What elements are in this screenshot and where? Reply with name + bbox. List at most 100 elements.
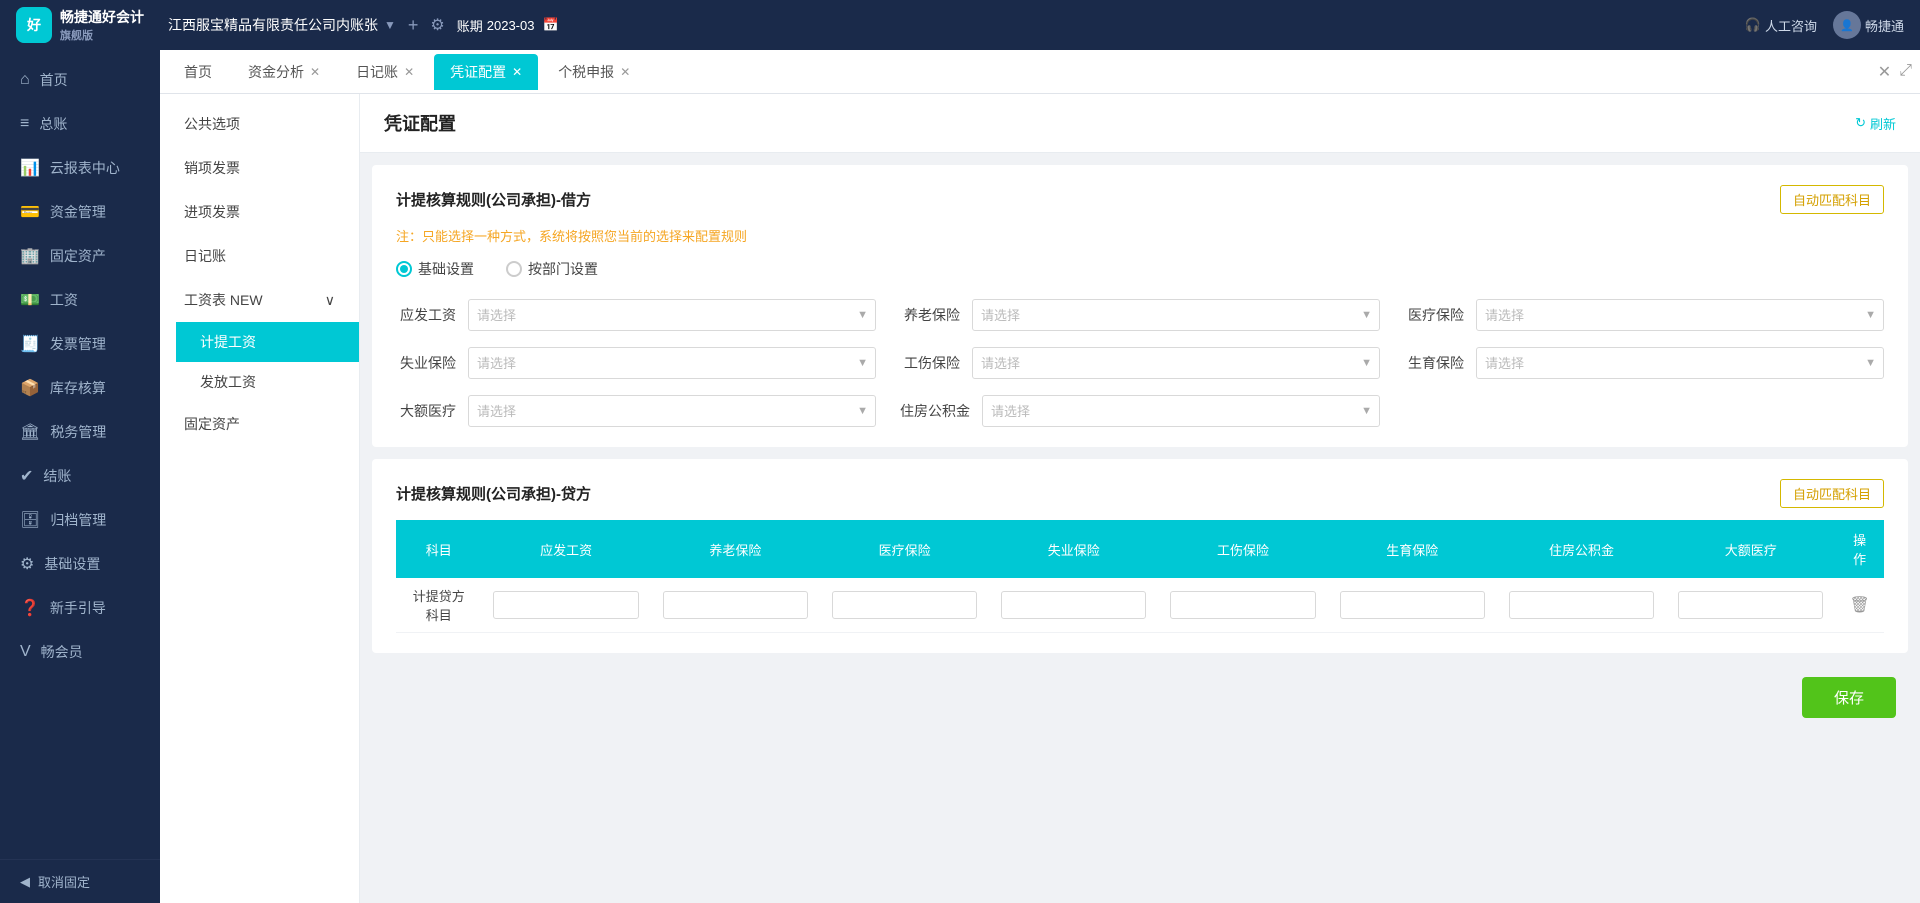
input-yiliao[interactable] bbox=[832, 591, 977, 619]
dae-label: 大额医疗 bbox=[396, 401, 456, 421]
yanglao-select-wrapper: 请选择 ▼ bbox=[972, 299, 1380, 331]
tab-voucher-close[interactable]: ✕ bbox=[512, 65, 522, 79]
sub-nav-payroll-group[interactable]: 工资表 NEW ∨ bbox=[160, 278, 359, 322]
debit-notice: 注：只能选择一种方式，系统将按照您当前的选择来配置规则 bbox=[396, 226, 1884, 245]
tab-voucher[interactable]: 凭证配置 ✕ bbox=[434, 54, 538, 90]
form-row-yiliao: 医疗保险 请选择 ▼ bbox=[1404, 299, 1884, 331]
input-shiye[interactable] bbox=[1001, 591, 1146, 619]
col-zhufang: 住房公积金 bbox=[1497, 520, 1666, 578]
cell-shengyu bbox=[1328, 578, 1497, 633]
tab-home[interactable]: 首页 bbox=[168, 54, 228, 90]
tab-tax[interactable]: 个税申报 ✕ bbox=[542, 54, 646, 90]
input-yingfa[interactable] bbox=[493, 591, 638, 619]
input-gongshang[interactable] bbox=[1170, 591, 1315, 619]
sub-nav-accrual[interactable]: 计提工资 bbox=[176, 322, 359, 362]
sidebar-item-label: 固定资产 bbox=[50, 246, 106, 266]
tab-tax-close[interactable]: ✕ bbox=[620, 65, 630, 79]
sidebar-item-fund[interactable]: 💳 资金管理 bbox=[0, 190, 160, 234]
yingfa-select[interactable]: 请选择 bbox=[468, 299, 876, 331]
yiliao-select[interactable]: 请选择 bbox=[1476, 299, 1884, 331]
input-dae[interactable] bbox=[1678, 591, 1823, 619]
sidebar-item-guide[interactable]: ❓ 新手引导 bbox=[0, 586, 160, 630]
user-menu[interactable]: 👤 畅捷通 bbox=[1833, 11, 1904, 39]
sidebar-item-archive[interactable]: 🗄 归档管理 bbox=[0, 498, 160, 542]
sub-nav-payslip[interactable]: 发放工资 bbox=[176, 362, 359, 402]
sidebar-item-label: 资金管理 bbox=[50, 202, 106, 222]
sub-nav-payroll-children: 计提工资 发放工资 bbox=[160, 322, 359, 402]
sub-nav-purchase-invoice[interactable]: 进项发票 bbox=[160, 190, 359, 234]
sidebar-item-label: 总账 bbox=[39, 114, 67, 134]
payroll-expand-icon: ∨ bbox=[325, 292, 335, 309]
row-label: 计提贷方科目 bbox=[396, 578, 481, 633]
tab-fund-label: 资金分析 bbox=[248, 62, 304, 82]
zhufang-select[interactable]: 请选择 bbox=[982, 395, 1380, 427]
save-bar: 保存 bbox=[360, 665, 1920, 730]
period-value: 2023-03 bbox=[487, 18, 535, 33]
tab-fund-close[interactable]: ✕ bbox=[310, 65, 320, 79]
sidebar-item-report[interactable]: 📊 云报表中心 bbox=[0, 146, 160, 190]
debit-section-header: 计提核算规则(公司承担)-借方 自动匹配科目 bbox=[396, 185, 1884, 214]
form-row-zhufang: 住房公积金 请选择 ▼ bbox=[900, 395, 1380, 427]
support-button[interactable]: 🎧 人工咨询 bbox=[1745, 16, 1817, 35]
company-dropdown-icon: ▼ bbox=[384, 18, 396, 32]
add-account-button[interactable]: + bbox=[408, 15, 419, 36]
sidebar-item-asset[interactable]: 🏢 固定资产 bbox=[0, 234, 160, 278]
dae-select-wrapper: 请选择 ▼ bbox=[468, 395, 876, 427]
refresh-button[interactable]: ↻ 刷新 bbox=[1855, 114, 1896, 133]
sub-nav-fixed-asset[interactable]: 固定资产 bbox=[160, 402, 359, 446]
company-name: 江西服宝精品有限责任公司内账张 bbox=[168, 15, 378, 35]
sidebar-item-home[interactable]: ⌂ 首页 bbox=[0, 58, 160, 102]
cell-dae bbox=[1666, 578, 1835, 633]
debit-auto-match-button[interactable]: 自动匹配科目 bbox=[1780, 185, 1884, 214]
cell-yanglao bbox=[651, 578, 820, 633]
dae-select[interactable]: 请选择 bbox=[468, 395, 876, 427]
sidebar-item-invoice[interactable]: 🧾 发票管理 bbox=[0, 322, 160, 366]
cell-gongshang bbox=[1158, 578, 1327, 633]
app-logo: 好 畅捷通好会计 旗舰版 bbox=[16, 7, 144, 43]
yanglao-select[interactable]: 请选择 bbox=[972, 299, 1380, 331]
unpin-sidebar-button[interactable]: ◀ 取消固定 bbox=[0, 859, 160, 903]
shiye-select[interactable]: 请选择 bbox=[468, 347, 876, 379]
sub-nav-sales-invoice[interactable]: 销项发票 bbox=[160, 146, 359, 190]
fund-icon: 💳 bbox=[20, 202, 40, 222]
tab-diary[interactable]: 日记账 ✕ bbox=[340, 54, 430, 90]
credit-auto-match-button[interactable]: 自动匹配科目 bbox=[1780, 479, 1884, 508]
tab-fund[interactable]: 资金分析 ✕ bbox=[232, 54, 336, 90]
input-zhufang[interactable] bbox=[1509, 591, 1654, 619]
close-all-icon[interactable]: ✕ bbox=[1878, 62, 1891, 82]
sidebar-item-tax[interactable]: 🏛 税务管理 bbox=[0, 410, 160, 454]
gongshang-select-wrapper: 请选择 ▼ bbox=[972, 347, 1380, 379]
page-header: 凭证配置 ↻ 刷新 bbox=[360, 94, 1920, 153]
settings-icon[interactable]: ⚙ bbox=[430, 15, 444, 35]
yanglao-label: 养老保险 bbox=[900, 305, 960, 325]
company-selector[interactable]: 江西服宝精品有限责任公司内账张 ▼ bbox=[168, 15, 396, 35]
delete-row-button[interactable]: 🗑 bbox=[1850, 595, 1870, 615]
radio-basic[interactable]: 基础设置 bbox=[396, 259, 474, 279]
shengyu-select[interactable]: 请选择 bbox=[1476, 347, 1884, 379]
sub-nav-journal[interactable]: 日记账 bbox=[160, 234, 359, 278]
calendar-icon[interactable]: 📅 bbox=[542, 17, 558, 33]
gongshang-select[interactable]: 请选择 bbox=[972, 347, 1380, 379]
expand-icon[interactable]: ⤢ bbox=[1899, 62, 1912, 82]
sub-nav-payroll-label: 工资表 NEW bbox=[184, 290, 263, 310]
radio-basic-label: 基础设置 bbox=[418, 259, 474, 279]
credit-config-section: 计提核算规则(公司承担)-贷方 自动匹配科目 科目 应发工资 养老保险 医疗保险… bbox=[372, 459, 1908, 653]
sidebar-item-basic[interactable]: ⚙ 基础设置 bbox=[0, 542, 160, 586]
salary-icon: 💵 bbox=[20, 290, 40, 310]
sidebar-item-ledger[interactable]: ≡ 总账 bbox=[0, 102, 160, 146]
sub-nav-public[interactable]: 公共选项 bbox=[160, 102, 359, 146]
cell-yingfa bbox=[481, 578, 650, 633]
col-yanglao: 养老保险 bbox=[651, 520, 820, 578]
sidebar-item-vip[interactable]: V 畅会员 bbox=[0, 630, 160, 674]
unpin-icon: ◀ bbox=[20, 874, 30, 890]
archive-icon: 🗄 bbox=[20, 510, 40, 530]
input-shengyu[interactable] bbox=[1340, 591, 1485, 619]
tab-diary-close[interactable]: ✕ bbox=[404, 65, 414, 79]
radio-dept[interactable]: 按部门设置 bbox=[506, 259, 598, 279]
save-button[interactable]: 保存 bbox=[1802, 677, 1896, 718]
sidebar-item-salary[interactable]: 💵 工资 bbox=[0, 278, 160, 322]
sidebar-item-settle[interactable]: ✔ 结账 bbox=[0, 454, 160, 498]
sidebar-item-stock[interactable]: 📦 库存核算 bbox=[0, 366, 160, 410]
input-yanglao[interactable] bbox=[663, 591, 808, 619]
tabbar: 首页 资金分析 ✕ 日记账 ✕ 凭证配置 ✕ 个税申报 ✕ ✕ ⤢ bbox=[160, 50, 1920, 94]
